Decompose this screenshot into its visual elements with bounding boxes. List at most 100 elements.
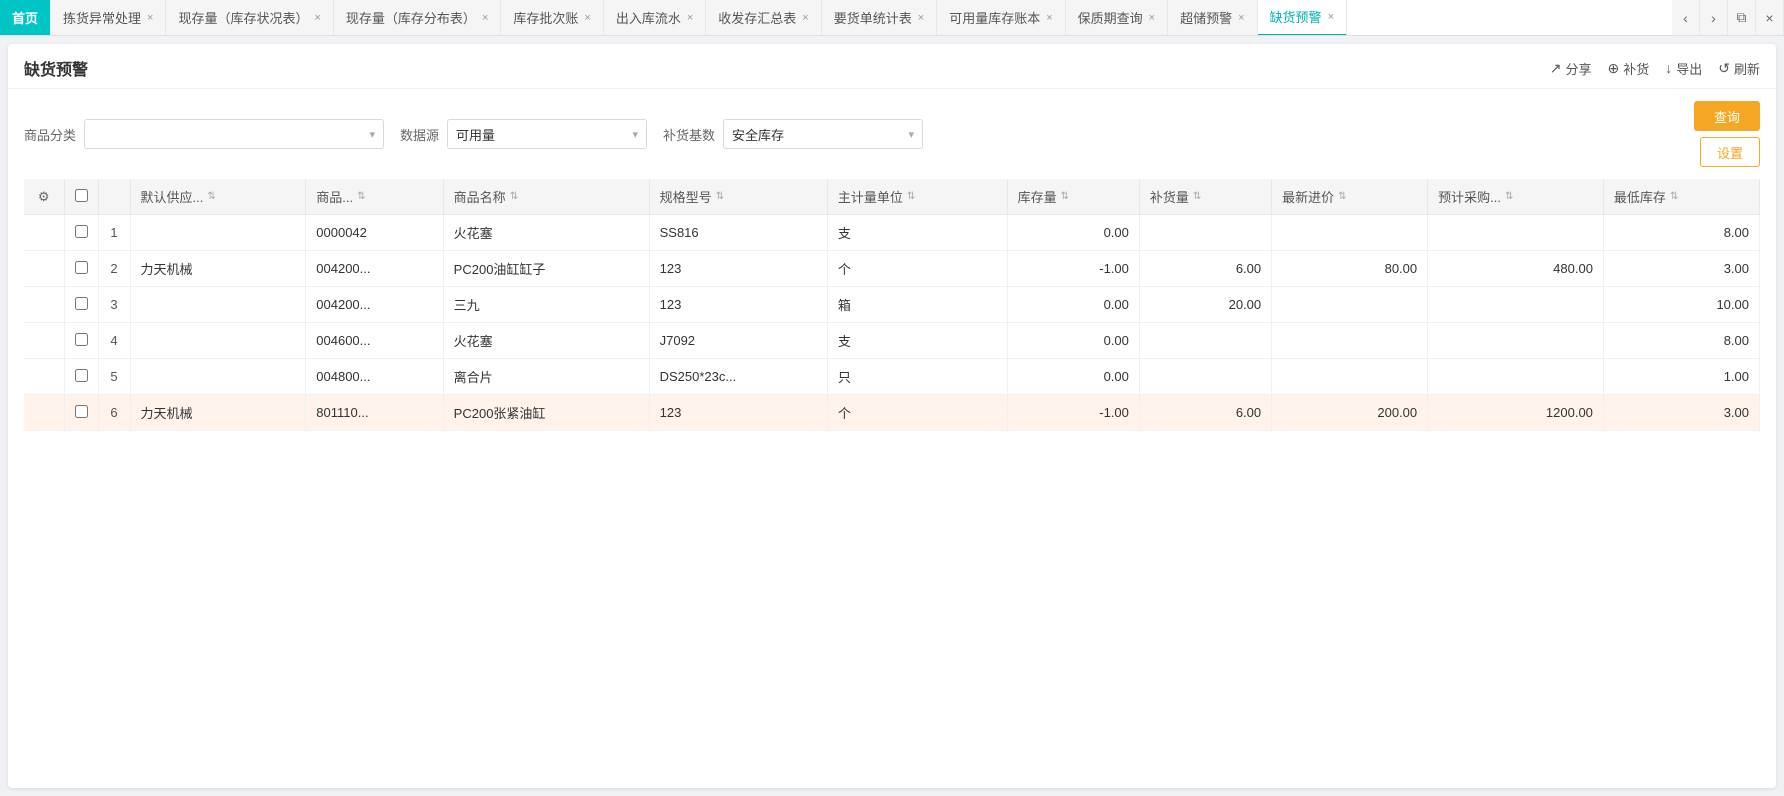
chevron-down-icon: ▾ xyxy=(369,128,375,141)
row-checkbox-1[interactable] xyxy=(64,251,98,287)
tab-label: 库存批次账 xyxy=(513,8,578,27)
select-all-checkbox[interactable] xyxy=(75,189,88,202)
tab-restore-btn[interactable]: ⧉ xyxy=(1728,0,1756,36)
tab-shortage-warn[interactable]: 缺货预警× xyxy=(1258,0,1347,36)
data-source-value: 可用量 xyxy=(456,125,495,144)
chevron-down-icon-2: ▾ xyxy=(633,128,639,141)
th-checkbox[interactable] xyxy=(64,179,98,215)
th-unit: 主计量单位⇅ xyxy=(827,179,1007,215)
cell-latest_price-5: 200.00 xyxy=(1272,395,1428,431)
row-gear-1[interactable] xyxy=(24,251,64,287)
tab-close-icon[interactable]: × xyxy=(482,12,488,24)
th-spec: 规格型号⇅ xyxy=(649,179,827,215)
cell-default_supplier-0 xyxy=(130,215,306,251)
row-select-checkbox-3[interactable] xyxy=(75,333,88,346)
page-header: 缺货预警 ↗ 分享 ⊕ 补货 ↓ 导出 ↺ 刷新 xyxy=(8,44,1776,89)
row-checkbox-5[interactable] xyxy=(64,395,98,431)
tab-available-ledger[interactable]: 可用量库存账本× xyxy=(937,0,1065,36)
th-gear[interactable]: ⚙ xyxy=(24,179,64,215)
cell-replenish_qty-0 xyxy=(1139,215,1271,251)
settings-button[interactable]: 设置 xyxy=(1700,137,1760,167)
data-source-group: 数据源 可用量 ▾ xyxy=(400,119,647,149)
sort-icon-product_code[interactable]: ⇅ xyxy=(357,191,365,202)
tab-close-all-btn[interactable]: × xyxy=(1756,0,1784,36)
row-gear-4[interactable] xyxy=(24,359,64,395)
replenish-button[interactable]: ⊕ 补货 xyxy=(1607,59,1649,78)
sort-icon-unit[interactable]: ⇅ xyxy=(907,191,915,202)
row-gear-2[interactable] xyxy=(24,287,64,323)
sort-icon-default_supplier[interactable]: ⇅ xyxy=(207,191,215,202)
tab-close-icon[interactable]: × xyxy=(147,12,153,24)
share-label: 分享 xyxy=(1565,59,1591,78)
tab-close-icon[interactable]: × xyxy=(1238,12,1244,24)
cell-unit-4: 只 xyxy=(827,359,1007,395)
tab-expiry-query[interactable]: 保质期查询× xyxy=(1066,0,1168,36)
data-source-select[interactable]: 可用量 ▾ xyxy=(447,119,647,149)
replenish-base-select[interactable]: 安全库存 ▾ xyxy=(723,119,923,149)
refresh-button[interactable]: ↺ 刷新 xyxy=(1718,59,1760,78)
cell-spec-0: SS816 xyxy=(649,215,827,251)
tab-close-icon[interactable]: × xyxy=(314,12,320,24)
sort-icon-latest_price[interactable]: ⇅ xyxy=(1338,191,1346,202)
cell-stock_qty-4: 0.00 xyxy=(1007,359,1139,395)
sort-icon-estimated_purchase[interactable]: ⇅ xyxy=(1505,191,1513,202)
sort-icon-stock_qty[interactable]: ⇅ xyxy=(1061,191,1069,202)
cell-product_name-1: PC200油缸缸子 xyxy=(443,251,649,287)
product-category-select[interactable]: ▾ xyxy=(84,119,384,149)
sort-icon-replenish_qty[interactable]: ⇅ xyxy=(1193,191,1201,202)
cell-replenish_qty-1: 6.00 xyxy=(1139,251,1271,287)
table-row: 3004200...三九123箱0.0020.0010.00 xyxy=(24,287,1760,323)
tab-abnormal[interactable]: 拣货异常处理× xyxy=(51,0,166,36)
row-select-checkbox-4[interactable] xyxy=(75,369,88,382)
sort-icon-min_stock[interactable]: ⇅ xyxy=(1670,191,1678,202)
row-gear-3[interactable] xyxy=(24,323,64,359)
row-checkbox-4[interactable] xyxy=(64,359,98,395)
tab-close-icon[interactable]: × xyxy=(1046,12,1052,24)
cell-spec-2: 123 xyxy=(649,287,827,323)
tab-batch-account[interactable]: 库存批次账 × xyxy=(501,0,603,36)
tab-close-icon[interactable]: × xyxy=(918,12,924,24)
row-select-checkbox-2[interactable] xyxy=(75,297,88,310)
tab-inout-flow[interactable]: 出入库流水 × xyxy=(604,0,706,36)
tab-recv-summary[interactable]: 收发存汇总表× xyxy=(706,0,821,36)
query-button[interactable]: 查询 xyxy=(1694,101,1760,131)
cell-estimated_purchase-1: 480.00 xyxy=(1428,251,1604,287)
tab-label: 首页 xyxy=(12,8,38,27)
cell-product_code-2: 004200... xyxy=(306,287,443,323)
export-button[interactable]: ↓ 导出 xyxy=(1665,59,1702,78)
col-label-latest_price: 最新进价 xyxy=(1282,187,1334,206)
tab-nav-prev[interactable]: ‹ xyxy=(1672,0,1700,36)
tab-stock-status[interactable]: 现存量（库存状况表）× xyxy=(166,0,333,36)
tab-label: 出入库流水 xyxy=(616,8,681,27)
tab-nav-next[interactable]: › xyxy=(1700,0,1728,36)
tab-close-icon[interactable]: × xyxy=(1149,12,1155,24)
tab-overstock-warn[interactable]: 超储预警× xyxy=(1168,0,1257,36)
cell-product_name-2: 三九 xyxy=(443,287,649,323)
row-checkbox-2[interactable] xyxy=(64,287,98,323)
tab-close-icon[interactable]: × xyxy=(1328,11,1334,23)
table-row: 6力天机械801110...PC200张紧油缸123个-1.006.00200.… xyxy=(24,395,1760,431)
sort-icon-product_name[interactable]: ⇅ xyxy=(510,191,518,202)
cell-unit-1: 个 xyxy=(827,251,1007,287)
row-select-checkbox-1[interactable] xyxy=(75,261,88,274)
tab-demand-stat[interactable]: 要货单统计表× xyxy=(822,0,937,36)
cell-product_code-5: 801110... xyxy=(306,395,443,431)
tab-close-icon[interactable]: × xyxy=(584,12,590,24)
row-checkbox-0[interactable] xyxy=(64,215,98,251)
row-gear-5[interactable] xyxy=(24,395,64,431)
row-gear-0[interactable] xyxy=(24,215,64,251)
tab-close-icon[interactable]: × xyxy=(802,12,808,24)
tab-home[interactable]: 首页 xyxy=(0,0,51,36)
sort-icon-spec[interactable]: ⇅ xyxy=(716,191,724,202)
share-button[interactable]: ↗ 分享 xyxy=(1550,59,1592,78)
col-label-product_name: 商品名称 xyxy=(454,187,506,206)
tab-close-icon[interactable]: × xyxy=(687,12,693,24)
cell-estimated_purchase-4 xyxy=(1428,359,1604,395)
row-select-checkbox-0[interactable] xyxy=(75,225,88,238)
row-select-checkbox-5[interactable] xyxy=(75,405,88,418)
data-table: ⚙默认供应...⇅商品...⇅商品名称⇅规格型号⇅主计量单位⇅库存量⇅补货量⇅最… xyxy=(24,179,1760,431)
replenish-base-value: 安全库存 xyxy=(732,125,784,144)
tab-stock-dist[interactable]: 现存量（库存分布表）× xyxy=(334,0,501,36)
cell-default_supplier-5: 力天机械 xyxy=(130,395,306,431)
row-checkbox-3[interactable] xyxy=(64,323,98,359)
